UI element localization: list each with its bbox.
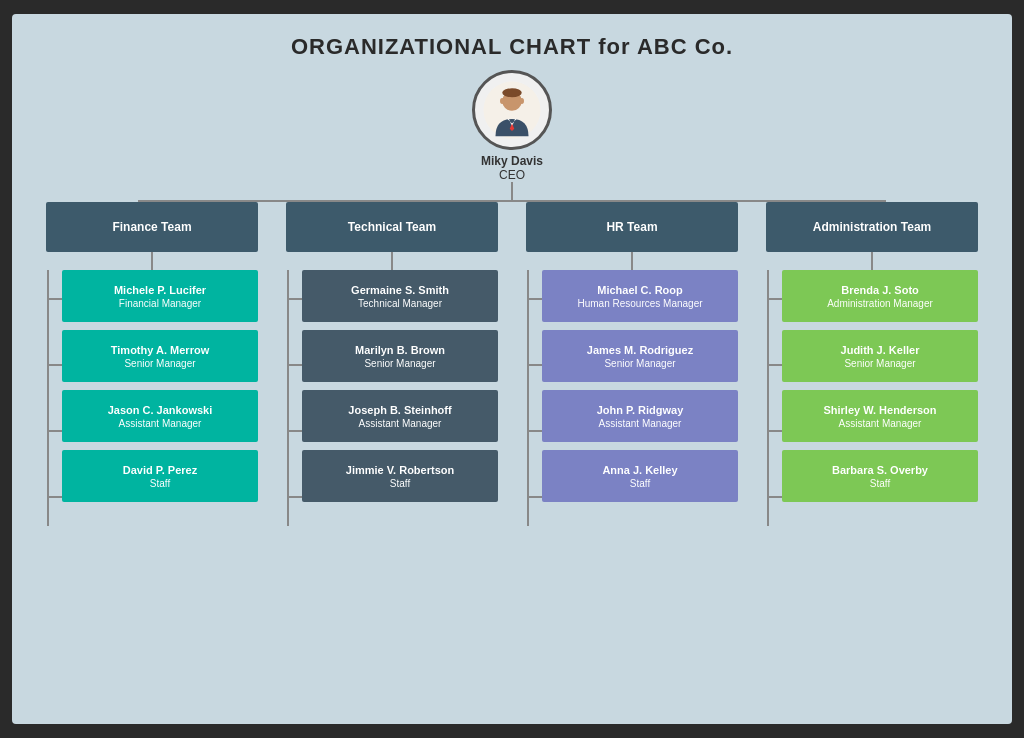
card-role-finance-2: Assistant Manager	[119, 418, 202, 429]
card-role-finance-3: Staff	[150, 478, 170, 489]
card-hr-2: John P. Ridgway Assistant Manager	[542, 390, 737, 442]
svg-point-5	[520, 98, 525, 104]
team-column-finance: Finance Team Michele P. Lucifer Financial …	[46, 202, 257, 502]
card-role-technical-2: Assistant Manager	[359, 418, 442, 429]
team-header-hr: HR Team	[526, 202, 737, 252]
svg-point-2	[502, 88, 522, 97]
card-admin-3: Barbara S. Overby Staff	[782, 450, 977, 502]
card-technical-0: Germaine S. Smith Technical Manager	[302, 270, 497, 322]
bracket-svg-technical	[286, 270, 302, 526]
card-name-finance-3: David P. Perez	[123, 464, 197, 476]
bracket-finance	[46, 270, 62, 502]
card-role-finance-1: Senior Manager	[124, 358, 195, 369]
card-name-admin-0: Brenda J. Soto	[841, 284, 919, 296]
card-name-hr-1: James M. Rodriguez	[587, 344, 693, 356]
team-header-technical: Technical Team	[286, 202, 497, 252]
team-header-connector-finance	[151, 252, 153, 270]
card-name-hr-2: John P. Ridgway	[597, 404, 684, 416]
card-name-technical-3: Jimmie V. Robertson	[346, 464, 454, 476]
card-role-technical-0: Technical Manager	[358, 298, 442, 309]
card-name-admin-1: Judith J. Keller	[841, 344, 920, 356]
card-technical-2: Joseph B. Steinhoff Assistant Manager	[302, 390, 497, 442]
cards-list-admin: Brenda J. Soto Administration Manager Judi…	[782, 270, 977, 502]
cards-list-hr: Michael C. Roop Human Resources Manager Ja…	[542, 270, 737, 502]
card-admin-2: Shirley W. Henderson Assistant Manager	[782, 390, 977, 442]
card-technical-3: Jimmie V. Robertson Staff	[302, 450, 497, 502]
card-finance-0: Michele P. Lucifer Financial Manager	[62, 270, 257, 322]
cards-wrapper-technical: Germaine S. Smith Technical Manager Marily…	[286, 270, 497, 502]
card-role-technical-3: Staff	[390, 478, 410, 489]
card-role-admin-2: Assistant Manager	[839, 418, 922, 429]
svg-point-4	[500, 98, 505, 104]
card-technical-1: Marilyn B. Brown Senior Manager	[302, 330, 497, 382]
cards-wrapper-finance: Michele P. Lucifer Financial Manager Timot…	[46, 270, 257, 502]
card-role-hr-3: Staff	[630, 478, 650, 489]
bracket-svg-admin	[766, 270, 782, 526]
cards-wrapper-hr: Michael C. Roop Human Resources Manager Ja…	[526, 270, 737, 502]
card-hr-0: Michael C. Roop Human Resources Manager	[542, 270, 737, 322]
team-header-connector-technical	[391, 252, 393, 270]
card-role-finance-0: Financial Manager	[119, 298, 201, 309]
card-name-hr-3: Anna J. Kelley	[602, 464, 677, 476]
chart-title: ORGANIZATIONAL CHART for ABC Co.	[32, 34, 992, 60]
ceo-section: Miky Davis CEO	[32, 70, 992, 182]
bracket-technical	[286, 270, 302, 502]
card-role-hr-0: Human Resources Manager	[577, 298, 702, 309]
card-name-technical-0: Germaine S. Smith	[351, 284, 449, 296]
card-admin-0: Brenda J. Soto Administration Manager	[782, 270, 977, 322]
teams-row: Finance Team Michele P. Lucifer Financial …	[32, 202, 992, 502]
card-role-hr-1: Senior Manager	[604, 358, 675, 369]
cards-list-technical: Germaine S. Smith Technical Manager Marily…	[302, 270, 497, 502]
ceo-vertical-connector	[511, 182, 513, 200]
ceo-avatar-icon	[482, 80, 542, 140]
card-name-finance-0: Michele P. Lucifer	[114, 284, 206, 296]
card-name-admin-3: Barbara S. Overby	[832, 464, 928, 476]
cards-list-finance: Michele P. Lucifer Financial Manager Timot…	[62, 270, 257, 502]
team-column-admin: Administration Team Brenda J. Soto Adminis…	[766, 202, 977, 502]
card-hr-1: James M. Rodriguez Senior Manager	[542, 330, 737, 382]
card-finance-3: David P. Perez Staff	[62, 450, 257, 502]
team-column-technical: Technical Team Germaine S. Smith Technical…	[286, 202, 497, 502]
team-header-connector-hr	[631, 252, 633, 270]
team-header-admin: Administration Team	[766, 202, 977, 252]
card-hr-3: Anna J. Kelley Staff	[542, 450, 737, 502]
bracket-hr	[526, 270, 542, 502]
card-name-finance-1: Timothy A. Merrow	[111, 344, 209, 356]
card-role-technical-1: Senior Manager	[364, 358, 435, 369]
bracket-admin	[766, 270, 782, 502]
card-name-technical-1: Marilyn B. Brown	[355, 344, 445, 356]
bracket-svg-finance	[46, 270, 62, 526]
card-admin-1: Judith J. Keller Senior Manager	[782, 330, 977, 382]
bracket-svg-hr	[526, 270, 542, 526]
card-role-admin-0: Administration Manager	[827, 298, 933, 309]
cards-wrapper-admin: Brenda J. Soto Administration Manager Judi…	[766, 270, 977, 502]
card-role-admin-1: Senior Manager	[844, 358, 915, 369]
card-role-admin-3: Staff	[870, 478, 890, 489]
card-finance-1: Timothy A. Merrow Senior Manager	[62, 330, 257, 382]
team-header-connector-admin	[871, 252, 873, 270]
card-role-hr-2: Assistant Manager	[599, 418, 682, 429]
card-name-technical-2: Joseph B. Steinhoff	[348, 404, 451, 416]
card-name-admin-2: Shirley W. Henderson	[823, 404, 936, 416]
card-name-hr-0: Michael C. Roop	[597, 284, 683, 296]
card-name-finance-2: Jason C. Jankowski	[108, 404, 213, 416]
team-header-finance: Finance Team	[46, 202, 257, 252]
chart-container: ORGANIZATIONAL CHART for ABC Co.	[12, 14, 1012, 724]
team-column-hr: HR Team Michael C. Roop Human Resources Ma…	[526, 202, 737, 502]
card-finance-2: Jason C. Jankowski Assistant Manager	[62, 390, 257, 442]
ceo-label: Miky Davis CEO	[481, 154, 543, 182]
ceo-avatar	[472, 70, 552, 150]
